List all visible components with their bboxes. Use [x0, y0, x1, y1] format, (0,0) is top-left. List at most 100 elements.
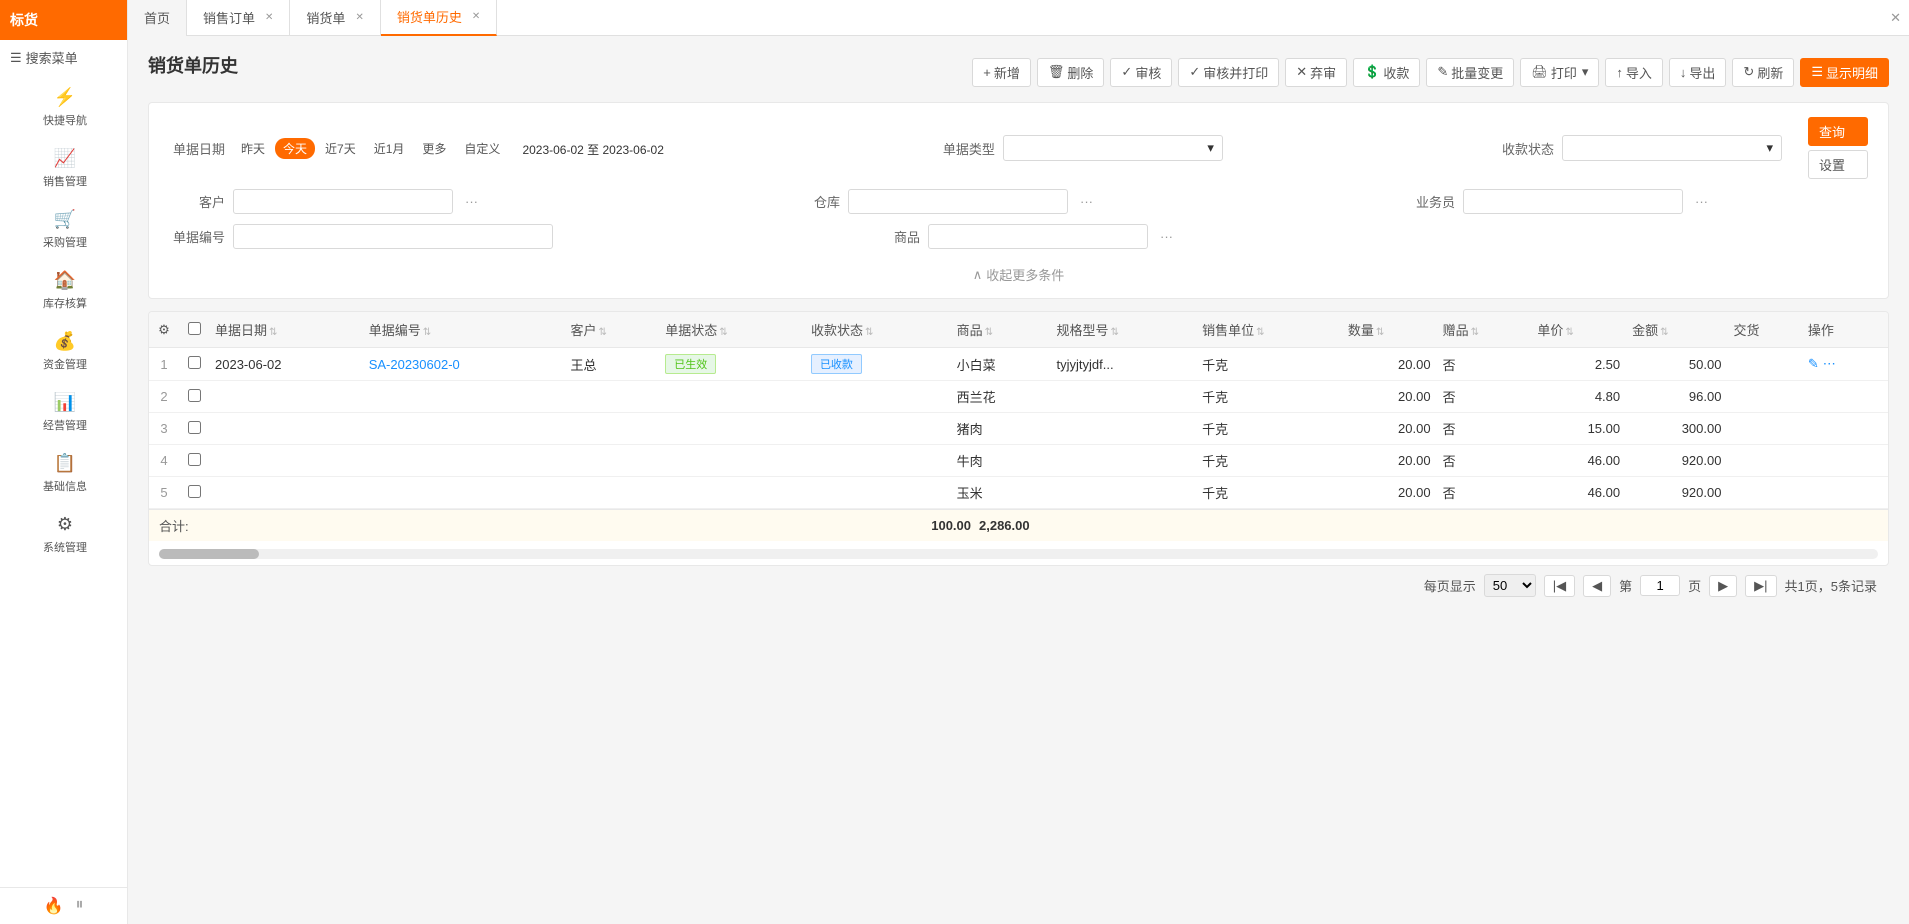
select-all-checkbox[interactable]	[188, 322, 201, 335]
goods-column-header[interactable]: 商品⇅	[951, 312, 1051, 348]
delete-button[interactable]: 🗑删除	[1037, 58, 1105, 87]
tab-sales-goods[interactable]: 销货单 ✕	[290, 0, 380, 36]
tab-sales-goods-close[interactable]: ✕	[355, 12, 363, 23]
row-deal-4	[1727, 445, 1801, 477]
sidebar-item-inventory[interactable]: 🏠 库存核算	[0, 258, 127, 319]
date-chip-today[interactable]: 今天	[275, 138, 315, 159]
sidebar-fire-icon[interactable]: 🔥	[44, 896, 64, 916]
gear-column-header[interactable]: ⚙	[149, 312, 179, 348]
customer-ellipsis[interactable]: ···	[461, 194, 482, 209]
print-icon: 🖨	[1531, 64, 1548, 80]
row-price-2: 4.80	[1531, 381, 1626, 413]
collect-status-column-header[interactable]: 收款状态⇅	[805, 312, 951, 348]
more-icon[interactable]: ⋯	[1823, 356, 1836, 371]
page-number-input[interactable]	[1640, 575, 1680, 596]
date-chip-custom[interactable]: 自定义	[456, 138, 508, 159]
tab-sales-history-close[interactable]: ✕	[472, 11, 480, 22]
amount-column-header[interactable]: 金额⇅	[1626, 312, 1727, 348]
sidebar-item-operations[interactable]: 📊 经营管理	[0, 380, 127, 441]
audit-icon: ✓	[1121, 64, 1132, 80]
tab-sales-history[interactable]: 销货单历史 ✕	[381, 0, 497, 36]
audit-button[interactable]: ✓审核	[1110, 58, 1172, 87]
import-button[interactable]: ↑导入	[1605, 58, 1663, 87]
batch-change-icon: ✎	[1437, 64, 1448, 80]
tab-sales-order-close[interactable]: ✕	[265, 12, 273, 23]
qty-column-header[interactable]: 数量⇅	[1342, 312, 1437, 348]
date-chip-more[interactable]: 更多	[414, 138, 454, 159]
row-amount-4: 920.00	[1626, 445, 1727, 477]
unit-column-header[interactable]: 销售单位⇅	[1196, 312, 1342, 348]
spec-column-header[interactable]: 规格型号⇅	[1050, 312, 1196, 348]
doc-no-column-header[interactable]: 单据编号⇅	[363, 312, 565, 348]
doc-type-select[interactable]: ▾	[1003, 135, 1223, 161]
collect-button[interactable]: 💲收款	[1353, 58, 1420, 87]
row-checkbox-1[interactable]	[179, 348, 209, 381]
sidebar-item-search-menu[interactable]: ☰ 搜索菜单	[0, 40, 127, 75]
sidebar-item-quick-nav[interactable]: ⚡ 快捷导航	[0, 75, 127, 136]
tab-home[interactable]: 首页	[128, 0, 187, 36]
row-doc-no-3[interactable]	[363, 413, 565, 445]
sidebar-pause-icon[interactable]: ⏸	[75, 896, 83, 916]
row-checkbox-2[interactable]	[179, 381, 209, 413]
checkbox-column-header[interactable]	[179, 312, 209, 348]
print-button[interactable]: 🖨打印▾	[1520, 58, 1599, 87]
audit-print-button[interactable]: ✓审核并打印	[1178, 58, 1279, 87]
edit-icon[interactable]: ✎	[1808, 356, 1819, 371]
row-qty-5: 20.00	[1342, 477, 1437, 509]
salesperson-ellipsis[interactable]: ···	[1691, 194, 1712, 209]
row-doc-no-2[interactable]	[363, 381, 565, 413]
query-button[interactable]: 查询	[1808, 117, 1868, 146]
setting-button[interactable]: 设置	[1808, 150, 1868, 179]
goods-input[interactable]	[928, 224, 1148, 249]
row-index-1: 1	[149, 348, 179, 381]
goods-ellipsis[interactable]: ···	[1156, 229, 1177, 244]
row-amount-5: 920.00	[1626, 477, 1727, 509]
prev-page-button[interactable]: ◀	[1583, 575, 1611, 597]
add-button[interactable]: +新增	[972, 58, 1031, 87]
date-column-header[interactable]: 单据日期⇅	[209, 312, 363, 348]
customer-column-header[interactable]: 客户⇅	[565, 312, 660, 348]
last-page-button[interactable]: ▶|	[1745, 575, 1776, 597]
doc-no-input[interactable]	[233, 224, 553, 249]
refresh-button[interactable]: ↻刷新	[1732, 58, 1794, 87]
warehouse-input[interactable]	[848, 189, 1068, 214]
tab-sales-order[interactable]: 销售订单 ✕	[187, 0, 290, 36]
salesperson-input[interactable]	[1463, 189, 1683, 214]
collapse-bar[interactable]: ∧ 收起更多条件	[169, 259, 1868, 284]
price-sort-icon: ⇅	[1565, 327, 1573, 338]
row-doc-no-5[interactable]	[363, 477, 565, 509]
scrollbar-thumb[interactable]	[159, 549, 259, 559]
sidebar-item-purchase-mgmt[interactable]: 🛒 采购管理	[0, 197, 127, 258]
abandon-button[interactable]: ✕弃审	[1285, 58, 1347, 87]
operations-icon: 📊	[54, 392, 76, 413]
first-page-button[interactable]: |◀	[1544, 575, 1575, 597]
sidebar-item-sales-mgmt[interactable]: 📈 销售管理	[0, 136, 127, 197]
date-chip-yesterday[interactable]: 昨天	[233, 138, 273, 159]
batch-change-button[interactable]: ✎批量变更	[1426, 58, 1514, 87]
doc-status-column-header[interactable]: 单据状态⇅	[659, 312, 805, 348]
row-doc-no-4[interactable]	[363, 445, 565, 477]
horizontal-scrollbar[interactable]	[159, 549, 1878, 559]
row-checkbox-5[interactable]	[179, 477, 209, 509]
table-row: 3猪肉千克20.00否15.00300.00	[149, 413, 1888, 445]
pagination-bar: 每页显示 50 100 200 |◀ ◀ 第 页 ▶ ▶| 共1页，5条记录	[148, 566, 1889, 605]
sidebar-item-sys-mgmt[interactable]: ⚙ 系统管理	[0, 502, 127, 563]
page-size-select[interactable]: 50 100 200	[1484, 574, 1536, 597]
row-doc-no-1[interactable]: SA-20230602-0	[363, 348, 565, 381]
sidebar-item-base-info[interactable]: 📋 基础信息	[0, 441, 127, 502]
collect-status-select[interactable]: ▾	[1562, 135, 1782, 161]
price-column-header[interactable]: 单价⇅	[1531, 312, 1626, 348]
row-checkbox-3[interactable]	[179, 413, 209, 445]
sidebar-item-finance[interactable]: 💰 资金管理	[0, 319, 127, 380]
row-checkbox-4[interactable]	[179, 445, 209, 477]
tab-bar-close[interactable]: ✕	[1890, 10, 1909, 26]
date-chip-1month[interactable]: 近1月	[366, 138, 413, 159]
export-button[interactable]: ↓导出	[1669, 58, 1727, 87]
table-row: 5玉米千克20.00否46.00920.00	[149, 477, 1888, 509]
gift-column-header[interactable]: 赠品⇅	[1437, 312, 1532, 348]
customer-input[interactable]	[233, 189, 453, 214]
next-page-button[interactable]: ▶	[1709, 575, 1737, 597]
warehouse-ellipsis[interactable]: ···	[1076, 194, 1097, 209]
show-detail-button[interactable]: ☰显示明细	[1800, 58, 1889, 87]
date-chip-7days[interactable]: 近7天	[317, 138, 364, 159]
